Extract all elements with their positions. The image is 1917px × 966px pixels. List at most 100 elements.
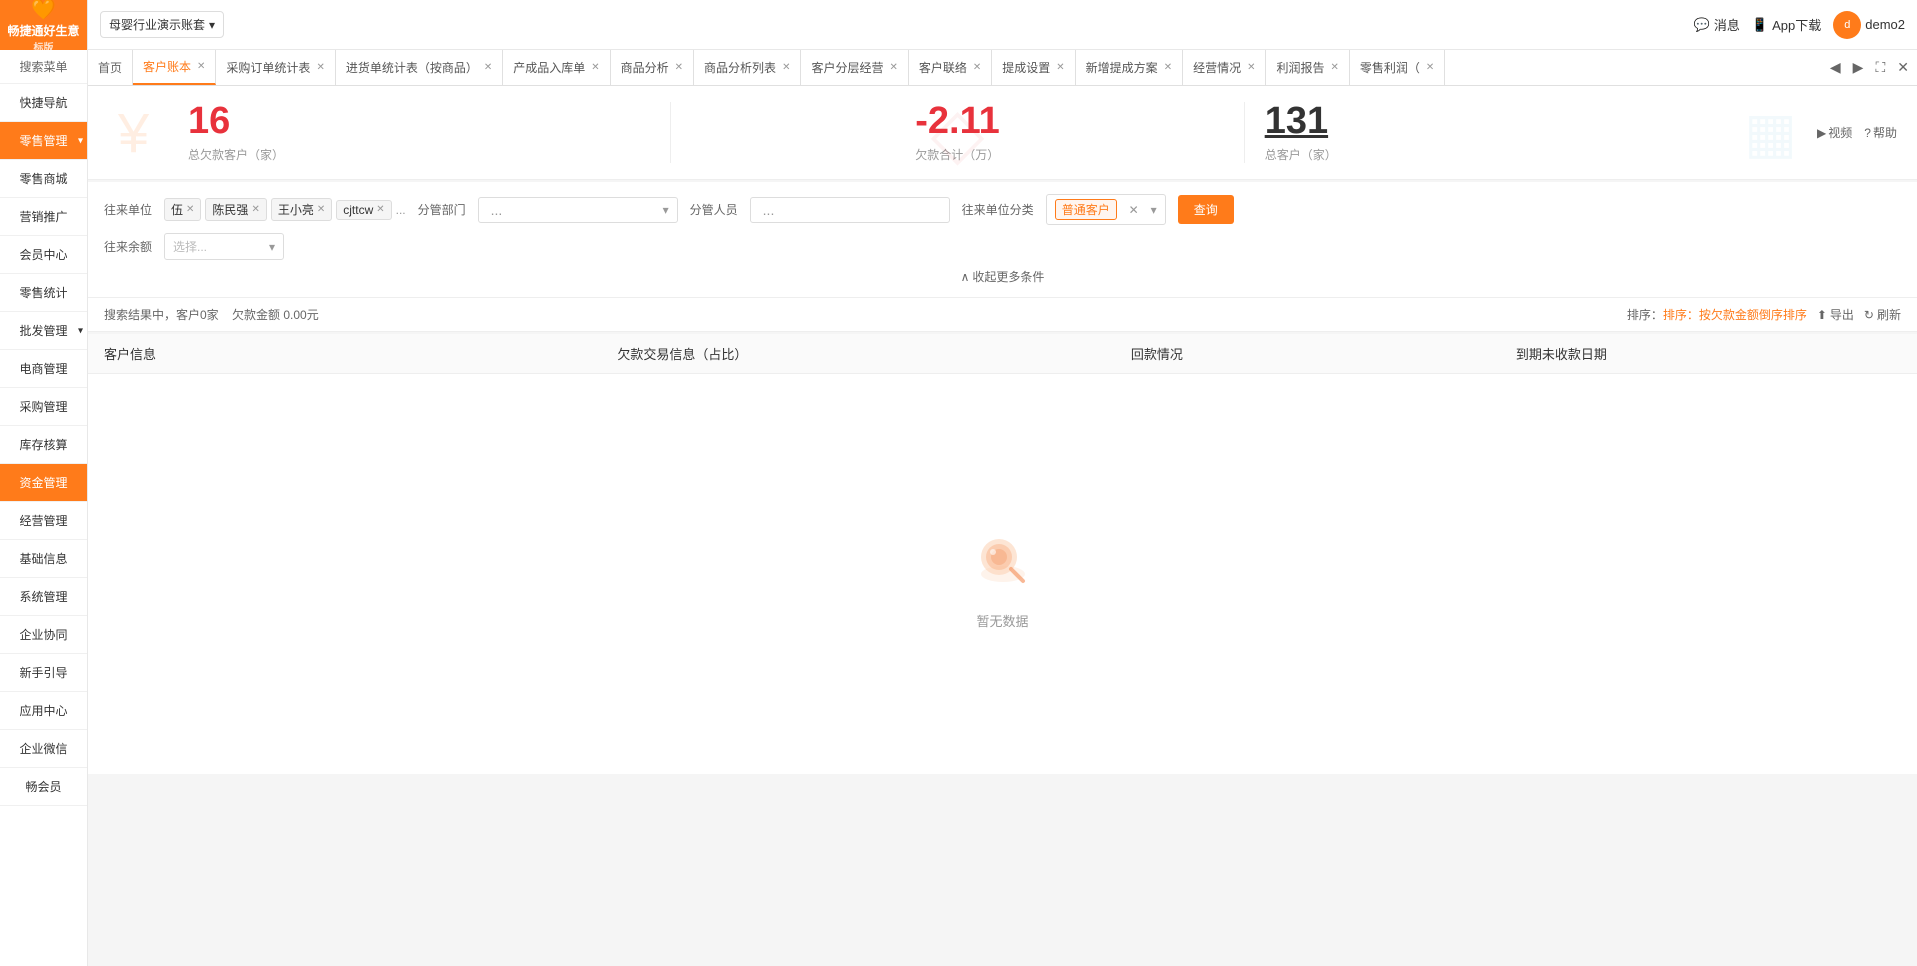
sidebar-item-retail-stats[interactable]: 零售统计 xyxy=(0,274,87,312)
account-selector[interactable]: 母婴行业演示账套 ▾ xyxy=(100,11,224,38)
tab-customer-contact[interactable]: 客户联络 ✕ xyxy=(909,50,992,85)
tab-product-analysis-list-close[interactable]: ✕ xyxy=(782,62,790,73)
sidebar-item-retail[interactable]: 零售管理 xyxy=(0,122,87,160)
sidebar-item-basic[interactable]: 基础信息 xyxy=(0,540,87,578)
tag-wu-close[interactable]: ✕ xyxy=(186,204,194,215)
query-button[interactable]: 查询 xyxy=(1178,195,1234,224)
username: demo2 xyxy=(1865,17,1905,32)
filter-tag-cjttcw[interactable]: cjttcw ✕ xyxy=(336,200,391,220)
empty-state: 暂无数据 xyxy=(963,519,1043,630)
tab-customer-contact-close[interactable]: ✕ xyxy=(973,62,981,73)
tab-promo-settings-label: 提成设置 xyxy=(1002,59,1050,76)
tabbar: 首页 客户账本 ✕ 采购订单统计表 ✕ 进货单统计表（按商品） ✕ 产成品入库单… xyxy=(88,50,1917,86)
help-btn[interactable]: ? 帮助 xyxy=(1864,124,1897,141)
refresh-label: 刷新 xyxy=(1877,306,1901,323)
page-header-actions: ▶ 视频 ? 帮助 xyxy=(1817,124,1897,141)
export-icon: ⬆ xyxy=(1817,308,1827,322)
tab-biz-status-close[interactable]: ✕ xyxy=(1247,62,1255,73)
tab-customer-segment[interactable]: 客户分层经营 ✕ xyxy=(801,50,908,85)
tab-production-close[interactable]: ✕ xyxy=(591,62,599,73)
tag-cjttcw-close[interactable]: ✕ xyxy=(376,204,384,215)
refresh-btn[interactable]: ↻ 刷新 xyxy=(1864,306,1901,323)
person-dots[interactable]: ... xyxy=(763,202,775,218)
filter-tags-more[interactable]: ... xyxy=(396,203,406,217)
tab-customer-capital[interactable]: 客户账本 ✕ xyxy=(133,50,216,85)
sidebar-item-system[interactable]: 系统管理 xyxy=(0,578,87,616)
tab-retail-profit-close[interactable]: ✕ xyxy=(1426,62,1434,73)
message-icon: 💬 xyxy=(1694,17,1710,33)
sidebar-item-enterprise-coop[interactable]: 企业协同 xyxy=(0,616,87,654)
empty-icon xyxy=(963,519,1043,599)
dept-dots[interactable]: ... xyxy=(491,202,503,218)
sidebar-item-member[interactable]: 会员中心 xyxy=(0,236,87,274)
tag-wu-text: 伍 xyxy=(171,201,183,218)
tab-biz-status[interactable]: 经营情况 ✕ xyxy=(1183,50,1266,85)
sidebar-item-enterprise-wechat[interactable]: 企业微信 xyxy=(0,730,87,768)
tab-inbound-stats-close[interactable]: ✕ xyxy=(484,62,492,73)
sidebar-item-vip-member[interactable]: 畅会员 xyxy=(0,768,87,806)
sidebar-item-app-center[interactable]: 应用中心 xyxy=(0,692,87,730)
messages-label: 消息 xyxy=(1714,15,1740,34)
sort-value[interactable]: 排序：按欠款金额倒序排序 xyxy=(1663,308,1807,322)
tag-chen-close[interactable]: ✕ xyxy=(251,204,259,215)
unit-class-select[interactable]: 普通客户 ✕ ▾ xyxy=(1046,194,1166,225)
tab-retail-profit[interactable]: 零售利润（ ✕ xyxy=(1350,50,1445,85)
app-download-label: App下载 xyxy=(1772,15,1821,34)
person-select[interactable]: ... xyxy=(750,197,950,223)
tab-promo-settings[interactable]: 提成设置 ✕ xyxy=(992,50,1075,85)
tab-new-promo-close[interactable]: ✕ xyxy=(1164,62,1172,73)
tab-product-analysis-close[interactable]: ✕ xyxy=(675,62,683,73)
tag-wang-close[interactable]: ✕ xyxy=(317,204,325,215)
export-btn[interactable]: ⬆ 导出 xyxy=(1817,306,1854,323)
tab-new-promo[interactable]: 新增提成方案 ✕ xyxy=(1076,50,1183,85)
topbar-right: 💬 消息 📱 App下载 d demo2 xyxy=(1694,11,1905,39)
balance-arrow: ▾ xyxy=(269,240,275,254)
tab-scroll-left[interactable]: ◀ xyxy=(1826,57,1845,78)
messages-btn[interactable]: 💬 消息 xyxy=(1694,15,1740,34)
collapse-row: ∧ 收起更多条件 xyxy=(104,268,1901,285)
tab-product-analysis-list[interactable]: 商品分析列表 ✕ xyxy=(694,50,801,85)
tab-customer-capital-close[interactable]: ✕ xyxy=(197,61,205,72)
refresh-icon: ↻ xyxy=(1864,308,1874,322)
app-download-btn[interactable]: 📱 App下载 xyxy=(1752,15,1821,34)
tab-production[interactable]: 产成品入库单 ✕ xyxy=(503,50,610,85)
sidebar-item-inventory[interactable]: 库存核算 xyxy=(0,426,87,464)
balance-label: 往来余额 xyxy=(104,238,152,255)
tab-purchase-order[interactable]: 采购订单统计表 ✕ xyxy=(216,50,335,85)
sidebar-item-operation[interactable]: 经营管理 xyxy=(0,502,87,540)
home-label: 首页 xyxy=(98,59,122,76)
tab-purchase-order-close[interactable]: ✕ xyxy=(316,62,324,73)
tab-product-analysis[interactable]: 商品分析 ✕ xyxy=(611,50,694,85)
logo-icon: 🧡 xyxy=(31,0,56,22)
filter-tag-chenminqiang[interactable]: 陈民强 ✕ xyxy=(205,198,266,221)
user-info[interactable]: d demo2 xyxy=(1833,11,1905,39)
tag-chen-text: 陈民强 xyxy=(212,201,248,218)
sidebar-item-retail-mall[interactable]: 零售商城 xyxy=(0,160,87,198)
sidebar-item-wholesale[interactable]: 批发管理 xyxy=(0,312,87,350)
tab-inbound-stats[interactable]: 进货单统计表（按商品） ✕ xyxy=(336,50,503,85)
sidebar-quick-nav[interactable]: 快捷导航 xyxy=(0,84,87,122)
filter-tag-wu[interactable]: 伍 ✕ xyxy=(164,198,201,221)
sidebar-item-finance[interactable]: 资金管理 xyxy=(0,464,87,502)
dept-select[interactable]: ... ▾ xyxy=(478,197,678,223)
tab-customer-segment-close[interactable]: ✕ xyxy=(889,62,897,73)
tab-scroll-right[interactable]: ▶ xyxy=(1849,57,1868,78)
sidebar-search[interactable]: 搜索菜单 xyxy=(0,50,87,84)
tab-fullscreen[interactable]: ⛶ xyxy=(1871,57,1889,78)
video-btn[interactable]: ▶ 视频 xyxy=(1817,124,1852,141)
tab-profit-report[interactable]: 利润报告 ✕ xyxy=(1266,50,1349,85)
stat2-icon: ◇ xyxy=(931,92,985,174)
balance-select[interactable]: 选择... ▾ xyxy=(164,233,284,260)
filter-tag-wangxiaoliang[interactable]: 王小亮 ✕ xyxy=(271,198,332,221)
tag-wang-text: 王小亮 xyxy=(278,201,314,218)
sidebar-item-newbie[interactable]: 新手引导 xyxy=(0,654,87,692)
tab-profit-report-close[interactable]: ✕ xyxy=(1331,62,1339,73)
sidebar-item-ecommerce[interactable]: 电商管理 xyxy=(0,350,87,388)
unit-class-label: 往来单位分类 xyxy=(962,201,1034,218)
sidebar-item-marketing[interactable]: 营销推广 xyxy=(0,198,87,236)
tab-promo-settings-close[interactable]: ✕ xyxy=(1056,62,1064,73)
collapse-btn[interactable]: ∧ 收起更多条件 xyxy=(961,268,1045,285)
sidebar-item-purchase[interactable]: 采购管理 xyxy=(0,388,87,426)
tab-home[interactable]: 首页 xyxy=(88,50,133,85)
tab-close-all[interactable]: ✕ xyxy=(1893,57,1913,78)
